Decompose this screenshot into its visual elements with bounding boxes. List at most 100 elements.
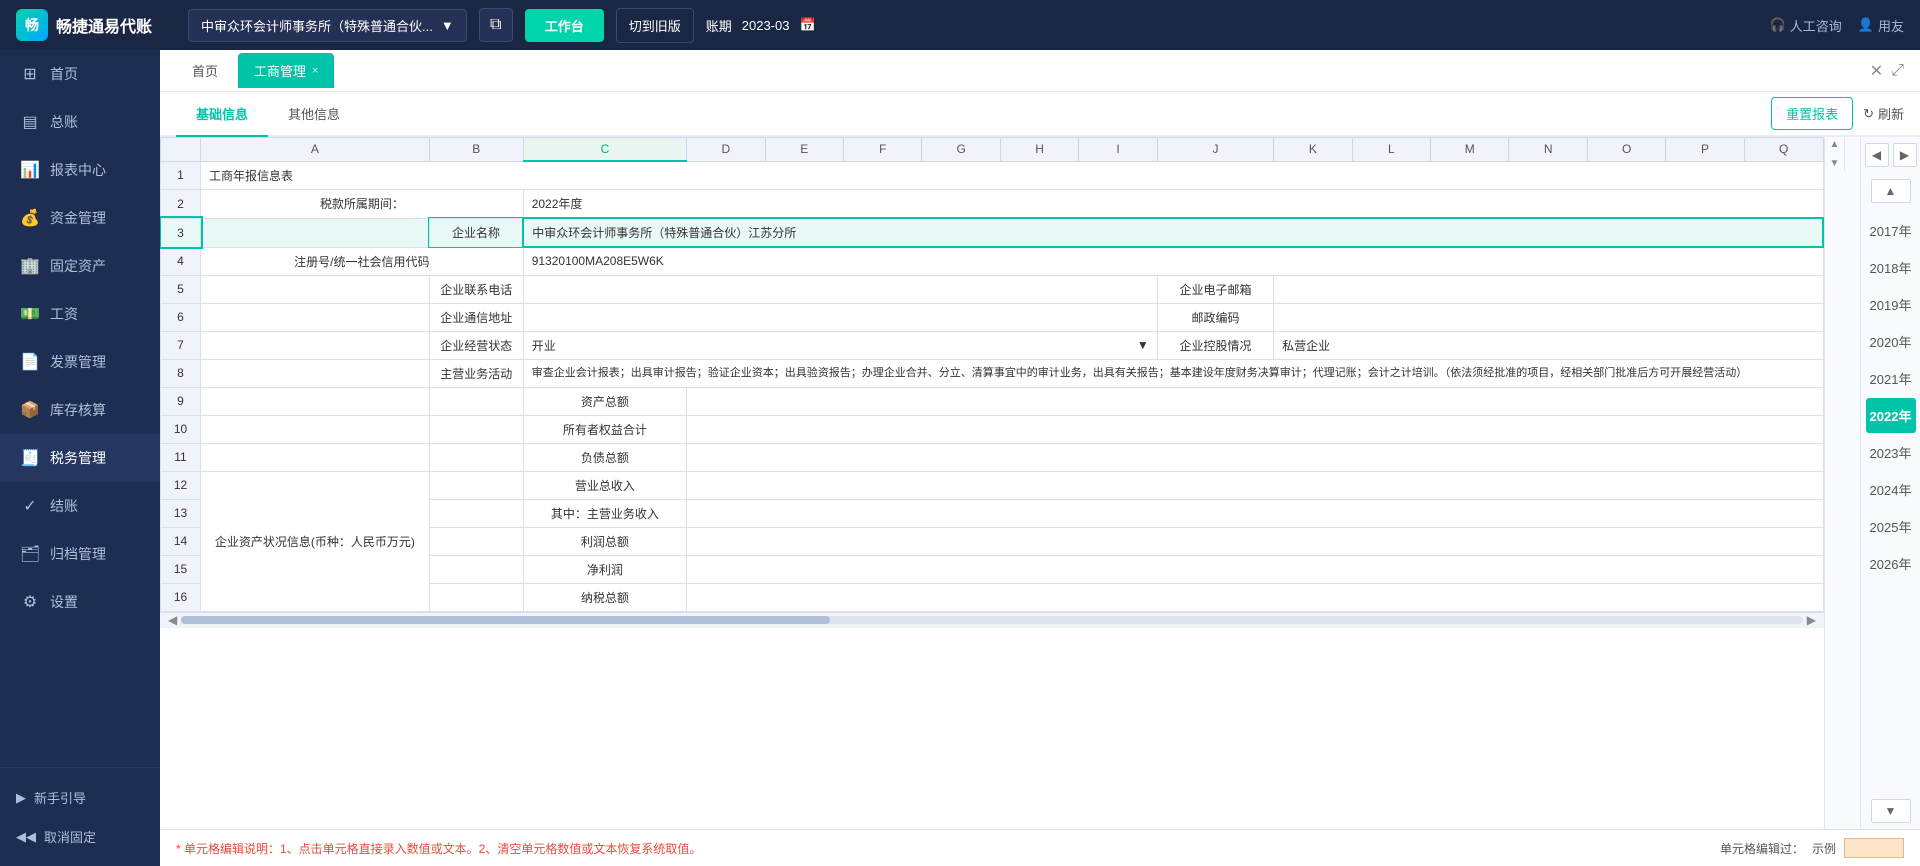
year-item-2017[interactable]: 2017年 <box>1866 213 1916 248</box>
year-item-2022[interactable]: 2022年 <box>1866 398 1916 433</box>
guide-icon: ▶ <box>16 790 26 806</box>
dropdown-arrow-icon[interactable]: ▼ <box>1137 338 1149 352</box>
sidebar-item-fund[interactable]: 💰 资金管理 <box>0 194 160 242</box>
cell-14d[interactable] <box>687 527 1823 555</box>
new-guide[interactable]: ▶ 新手引导 <box>0 778 160 817</box>
sidebar-item-home[interactable]: ⊞ 首页 <box>0 50 160 98</box>
sidebar-item-salary[interactable]: 💵 工资 <box>0 290 160 338</box>
spreadsheet-main[interactable]: A B C D E F G H I J K L <box>160 137 1824 829</box>
salary-icon: 💵 <box>20 304 40 324</box>
sidebar-item-close[interactable]: ✓ 结账 <box>0 482 160 530</box>
hscroll-thumb[interactable] <box>181 616 830 624</box>
invoice-icon: 📄 <box>20 352 40 372</box>
row-num-1: 1 <box>161 161 201 190</box>
company-selector[interactable]: 中审众环会计师事务所（特殊普通合伙... ▼ <box>188 9 467 42</box>
cell-6c[interactable] <box>523 303 1157 331</box>
year-collapse-btn[interactable]: ◀ <box>1865 143 1889 167</box>
sidebar-item-tax[interactable]: 🧾 税务管理 <box>0 434 160 482</box>
tab-home[interactable]: 首页 <box>176 53 234 88</box>
cell-10d[interactable] <box>687 415 1823 443</box>
cell-3c[interactable]: 中审众环会计师事务所（特殊普通合伙）江苏分所 <box>523 218 1823 247</box>
sidebar-item-invoice[interactable]: 📄 发票管理 <box>0 338 160 386</box>
cell-6k[interactable] <box>1274 303 1823 331</box>
sidebar-item-settings[interactable]: ⚙ 设置 <box>0 578 160 626</box>
hscroll-track[interactable] <box>181 616 1803 624</box>
cell-8c[interactable]: 审查企业会计报表；出具审计报告；验证企业资本；出具验资报告；办理企业合并、分立、… <box>523 359 1823 387</box>
sidebar-item-report[interactable]: 📊 报表中心 <box>0 146 160 194</box>
copy-icon[interactable]: ⧉ <box>479 8 513 42</box>
cell-12d[interactable] <box>687 471 1823 499</box>
sub-tab-basic[interactable]: 基础信息 <box>176 92 268 137</box>
refresh-button[interactable]: ↻ 刷新 <box>1863 97 1904 130</box>
row-num-15: 15 <box>161 555 201 583</box>
cell-2c[interactable]: 2022年度 <box>523 190 1823 219</box>
table-row: 3 企业名称 中审众环会计师事务所（特殊普通合伙）江苏分所 <box>161 218 1824 247</box>
cell-2a: 税款所属期间： <box>201 190 524 219</box>
cell-16d[interactable] <box>687 583 1823 611</box>
ai-consult-label: 人工咨询 <box>1790 16 1842 35</box>
sidebar-item-assets[interactable]: 🏢 固定资产 <box>0 242 160 290</box>
close-panel-icon[interactable]: ✕ <box>1870 61 1883 81</box>
cell-7c[interactable]: 开业 ▼ <box>523 331 1157 359</box>
cell-13d[interactable] <box>687 499 1823 527</box>
year-item-2021[interactable]: 2021年 <box>1866 361 1916 396</box>
year-scroll-up-btn[interactable]: ▲ <box>1871 179 1911 203</box>
year-item-2025[interactable]: 2025年 <box>1866 509 1916 544</box>
cell-7n[interactable]: 私营企业 <box>1274 331 1823 359</box>
year-expand-btn[interactable]: ▶ <box>1893 143 1917 167</box>
sidebar-item-archive[interactable]: 🗂 归档管理 <box>0 530 160 578</box>
topbar-icons: ⧉ <box>479 8 513 42</box>
cell-4c[interactable]: 91320100MA208E5W6K <box>523 247 1823 275</box>
spreadsheet-table: A B C D E F G H I J K L <box>160 137 1824 612</box>
cell-15d[interactable] <box>687 555 1823 583</box>
tab-bizmanage[interactable]: 工商管理 × <box>238 53 334 88</box>
year-item-2019[interactable]: 2019年 <box>1866 287 1916 322</box>
expand-icon[interactable]: ⤢ <box>1891 62 1904 80</box>
year-scroll-down-btn[interactable]: ▼ <box>1871 799 1911 823</box>
cell-5j: 企业电子邮箱 <box>1157 275 1273 303</box>
workbench-button[interactable]: 工作台 <box>525 9 604 42</box>
hscroll-left-icon[interactable]: ◀ <box>164 613 181 627</box>
year-list: 2017年 2018年 2019年 2020年 2021年 2022年 2023… <box>1861 209 1920 793</box>
logo-area: 畅 畅捷通易代账 <box>16 9 176 41</box>
sidebar-label-home: 首页 <box>50 64 78 84</box>
col-header-A: A <box>201 138 430 162</box>
new-guide-label: 新手引导 <box>34 788 86 807</box>
vscroll-down-icon[interactable]: ▼ <box>1828 156 1842 171</box>
year-item-2026[interactable]: 2026年 <box>1866 546 1916 581</box>
hscroll-right-icon[interactable]: ▶ <box>1803 613 1820 627</box>
switch-version-button[interactable]: 切到旧版 <box>616 8 694 43</box>
year-down-btn-area: ▼ <box>1861 793 1920 829</box>
vscroll-up-icon[interactable]: ▲ <box>1828 137 1842 152</box>
sub-tab-other[interactable]: 其他信息 <box>268 92 360 137</box>
sidebar-label-salary: 工资 <box>50 304 78 324</box>
sidebar-item-ledger[interactable]: ▤ 总账 <box>0 98 160 146</box>
col-header-H: H <box>1000 138 1078 162</box>
cell-9d[interactable] <box>687 387 1823 415</box>
cancel-fixed[interactable]: ◀◀ 取消固定 <box>0 817 160 856</box>
cell-11d[interactable] <box>687 443 1823 471</box>
year-item-2018[interactable]: 2018年 <box>1866 250 1916 285</box>
cell-5k[interactable] <box>1274 275 1823 303</box>
cell-5c[interactable] <box>523 275 1157 303</box>
year-item-2020[interactable]: 2020年 <box>1866 324 1916 359</box>
ai-consult[interactable]: 🎧 人工咨询 <box>1770 16 1842 35</box>
tab-close-icon[interactable]: × <box>312 65 318 77</box>
cell-9c: 资产总额 <box>523 387 686 415</box>
main-panel: 基础信息 其他信息 重置报表 ↻ 刷新 <box>160 92 1920 866</box>
col-header-L: L <box>1352 138 1430 162</box>
user-area[interactable]: 👤 用友 <box>1858 16 1904 35</box>
refresh-label: 刷新 <box>1878 104 1904 123</box>
year-item-2023[interactable]: 2023年 <box>1866 435 1916 470</box>
cell-6a <box>201 303 430 331</box>
sidebar-item-inventory[interactable]: 📦 库存核算 <box>0 386 160 434</box>
calendar-icon[interactable]: 📅 <box>799 17 815 33</box>
year-item-2024[interactable]: 2024年 <box>1866 472 1916 507</box>
cell-6j: 邮政编码 <box>1157 303 1273 331</box>
reset-button[interactable]: 重置报表 <box>1771 97 1853 130</box>
hscroll-bar: ◀ ▶ <box>160 612 1824 628</box>
row-num-10: 10 <box>161 415 201 443</box>
year-sidebar: ◀ ▶ ▲ 2017年 2018年 2019年 2020年 2021年 2022… <box>1860 137 1920 829</box>
ledger-icon: ▤ <box>20 112 40 132</box>
table-title-cell[interactable]: 工商年报信息表 <box>201 161 1824 190</box>
